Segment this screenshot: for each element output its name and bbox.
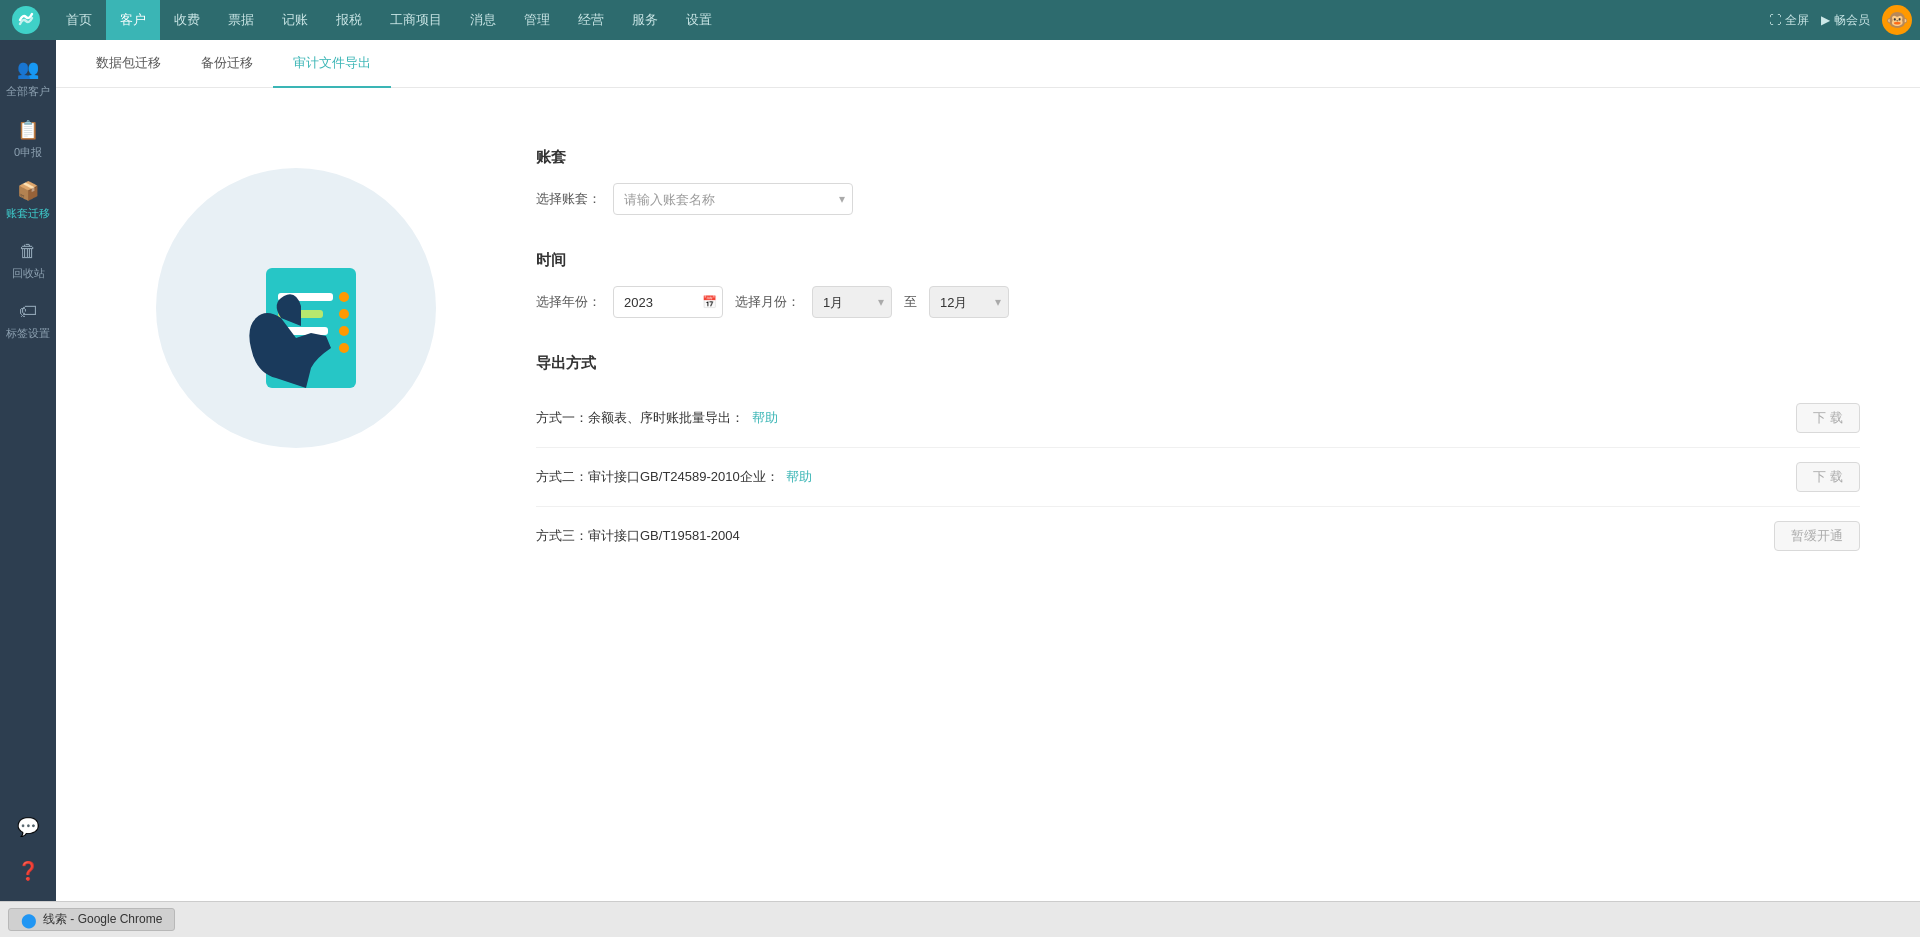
end-month-wrapper: 1月 2月 3月 4月 5月 6月 7月 8月 9月 10月 11月 12月 [929,286,1009,318]
declare-icon: 📋 [17,119,39,141]
tab-backup-migrate[interactable]: 备份迁移 [181,40,273,88]
customers-icon: 👥 [17,58,39,80]
sidebar-item-recycle[interactable]: 🗑 回收站 [0,231,56,291]
svg-point-9 [339,343,349,353]
app-logo[interactable] [8,2,44,38]
time-row: 选择年份： 2023 选择月份： 1月 2月 3月 4月 5月 6月 [536,286,1860,318]
migrate-icon: 📦 [17,180,39,202]
account-section-title: 账套 [536,148,1860,167]
year-label: 选择年份： [536,293,601,311]
time-separator: 至 [904,293,917,311]
help-link-1[interactable]: 帮助 [752,410,778,425]
content-area: 数据包迁移 备份迁移 审计文件导出 [56,40,1920,901]
nav-business[interactable]: 工商项目 [376,0,456,40]
account-select-row: 选择账套： 请输入账套名称 [536,183,1860,215]
nav-tax[interactable]: 报税 [322,0,376,40]
chat-button[interactable]: 💬 [10,809,46,845]
time-section-title: 时间 [536,251,1860,270]
member-button[interactable]: ▶ 畅会员 [1821,12,1870,29]
export-section-title: 导出方式 [536,354,1860,373]
nav-customer[interactable]: 客户 [106,0,160,40]
export-method-1: 方式一：余额表、序时账批量导出： 帮助 下 载 [536,389,1860,448]
nav-fee[interactable]: 收费 [160,0,214,40]
start-month-select[interactable]: 1月 2月 3月 4月 5月 6月 7月 8月 9月 10月 11月 12月 [812,286,892,318]
account-select-label: 选择账套： [536,190,601,208]
taskbar-chrome-item[interactable]: ⬤ 线索 - Google Chrome [8,908,175,931]
taskbar: ⬤ 线索 - Google Chrome [0,901,1920,937]
year-input[interactable]: 2023 [613,286,723,318]
nav-invoice[interactable]: 票据 [214,0,268,40]
nav-bookkeeping[interactable]: 记账 [268,0,322,40]
export-method-3: 方式三：审计接口GB/T19581-2004 暂缓开通 [536,507,1860,565]
svg-point-6 [339,292,349,302]
nav-settings[interactable]: 设置 [672,0,726,40]
download-button-1[interactable]: 下 载 [1796,403,1860,433]
top-right-actions: ⛶ 全屏 ▶ 畅会员 🐵 [1769,5,1912,35]
illustration-circle [156,168,436,448]
sidebar-bottom: 💬 ❓ [10,809,46,901]
account-select-wrapper: 请输入账套名称 [613,183,853,215]
export-method-1-text: 方式一：余额表、序时账批量导出： 帮助 [536,409,778,427]
export-method-2: 方式二：审计接口GB/T24589-2010企业： 帮助 下 载 [536,448,1860,507]
top-navigation: 首页 客户 收费 票据 记账 报税 工商项目 消息 管理 经营 服务 设置 ⛶ … [0,0,1920,40]
year-input-wrapper: 2023 [613,286,723,318]
sidebar-item-account-migrate[interactable]: 📦 账套迁移 [0,170,56,231]
nav-message[interactable]: 消息 [456,0,510,40]
export-method-3-text: 方式三：审计接口GB/T19581-2004 [536,527,740,545]
nav-manage[interactable]: 管理 [510,0,564,40]
export-section: 方式一：余额表、序时账批量导出： 帮助 下 载 方式二：审计接口GB/T2458… [536,389,1860,565]
form-area: 账套 选择账套： 请输入账套名称 时间 选择年份： 2023 [476,88,1920,901]
sidebar: 👥 全部客户 📋 0申报 📦 账套迁移 🗑 回收站 🏷 标签设置 💬 ❓ [0,40,56,901]
nav-service[interactable]: 服务 [618,0,672,40]
nav-items: 首页 客户 收费 票据 记账 报税 工商项目 消息 管理 经营 服务 设置 [52,0,1769,40]
help-link-2[interactable]: 帮助 [786,469,812,484]
start-month-wrapper: 1月 2月 3月 4月 5月 6月 7月 8月 9月 10月 11月 12月 [812,286,892,318]
download-button-2[interactable]: 下 载 [1796,462,1860,492]
account-select[interactable]: 请输入账套名称 [613,183,853,215]
tag-icon: 🏷 [19,301,37,322]
end-month-select[interactable]: 1月 2月 3月 4月 5月 6月 7月 8月 9月 10月 11月 12月 [929,286,1009,318]
fullscreen-button[interactable]: ⛶ 全屏 [1769,12,1809,29]
month-label: 选择月份： [735,293,800,311]
export-method-2-text: 方式二：审计接口GB/T24589-2010企业： 帮助 [536,468,812,486]
avatar[interactable]: 🐵 [1882,5,1912,35]
tab-data-migrate[interactable]: 数据包迁移 [76,40,181,88]
page-content: 账套 选择账套： 请输入账套名称 时间 选择年份： 2023 [56,88,1920,901]
illustration-area [56,88,476,901]
svg-point-8 [339,326,349,336]
nav-home[interactable]: 首页 [52,0,106,40]
help-button[interactable]: ❓ [10,853,46,889]
svg-point-7 [339,309,349,319]
tabs-bar: 数据包迁移 备份迁移 审计文件导出 [56,40,1920,88]
chrome-icon: ⬤ [21,912,37,928]
sidebar-item-zero-declare[interactable]: 📋 0申报 [0,109,56,170]
main-layout: 👥 全部客户 📋 0申报 📦 账套迁移 🗑 回收站 🏷 标签设置 💬 ❓ 数据包… [0,40,1920,901]
coming-soon-button[interactable]: 暂缓开通 [1774,521,1860,551]
recycle-icon: 🗑 [19,241,37,262]
sidebar-item-tag-settings[interactable]: 🏷 标签设置 [0,291,56,351]
illustration-svg [196,198,396,418]
nav-operation[interactable]: 经营 [564,0,618,40]
fullscreen-icon: ⛶ [1769,13,1781,27]
sidebar-item-all-customers[interactable]: 👥 全部客户 [0,48,56,109]
member-icon: ▶ [1821,13,1830,27]
tab-audit-export[interactable]: 审计文件导出 [273,40,391,88]
